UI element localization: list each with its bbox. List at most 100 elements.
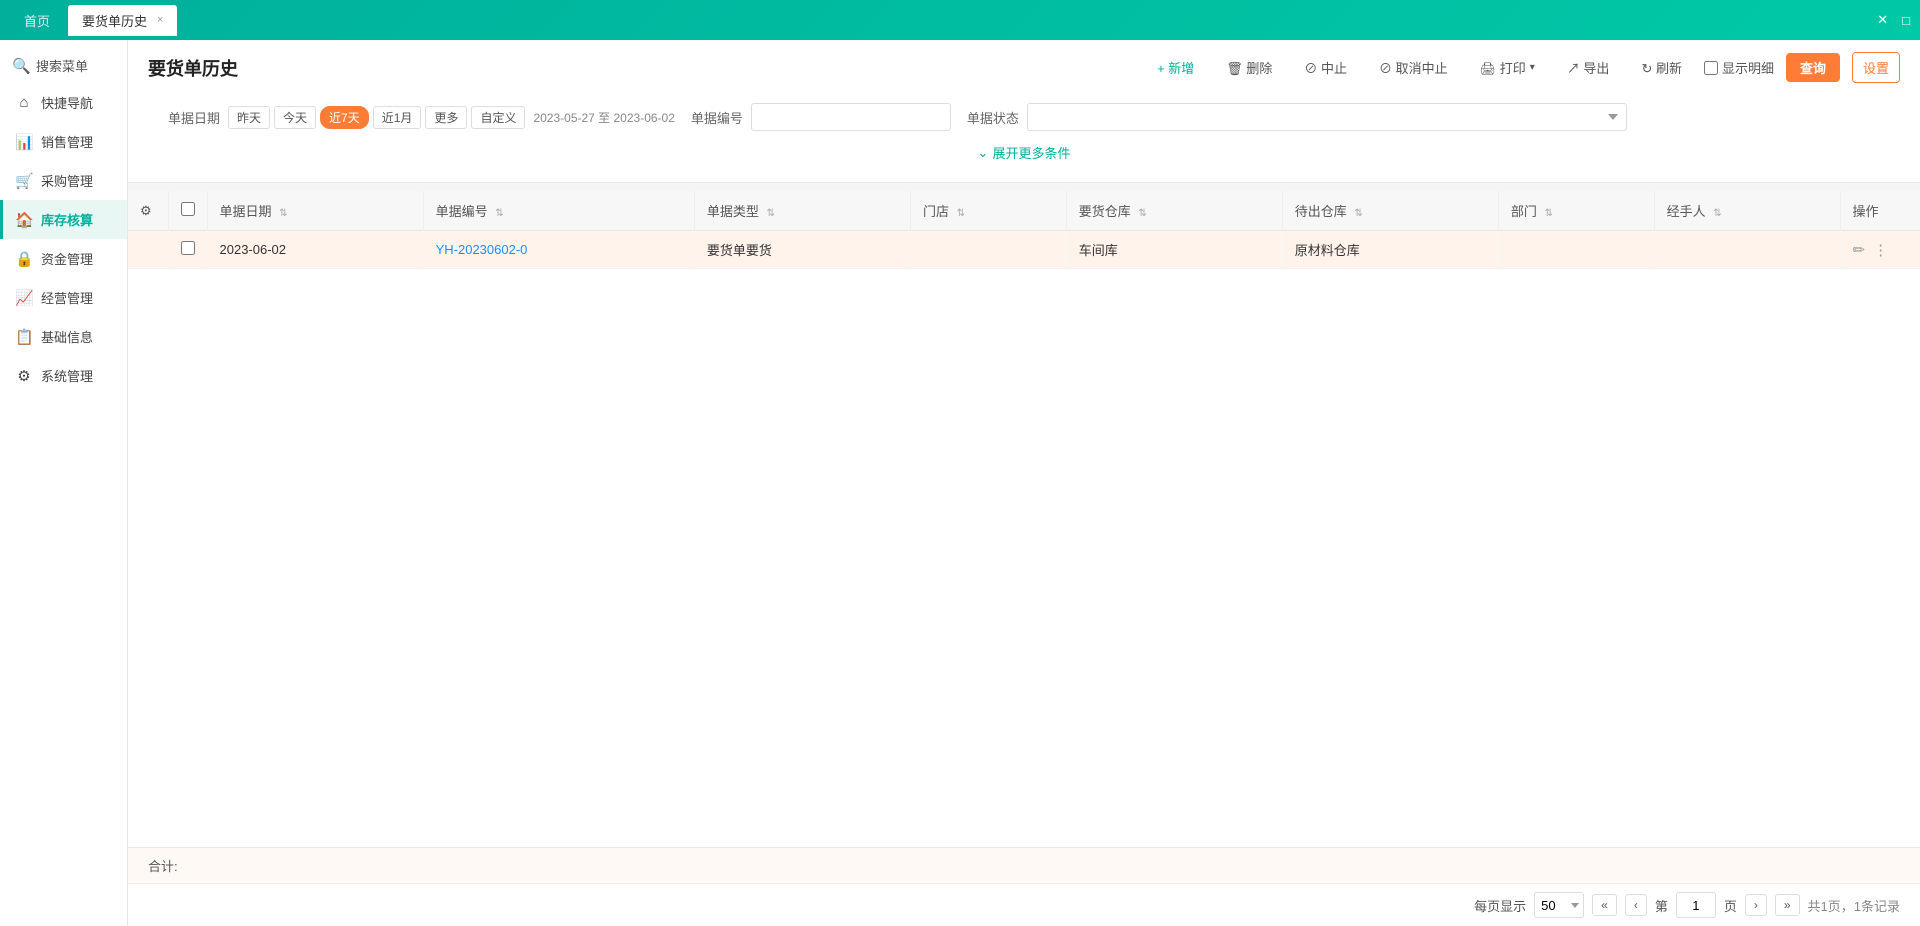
sidebar-item-finance[interactable]: 🔒 资金管理 [0,239,127,278]
store-sort-icon: ⇅ [957,208,965,219]
delete-button[interactable]: 🗑 删除 [1216,53,1282,82]
print-button[interactable]: 🖨 打印 ▾ [1470,53,1545,82]
sidebar-item-quick-nav[interactable]: ⌂ 快捷导航 [0,83,127,122]
last-page-button[interactable]: » [1775,894,1800,916]
new-button[interactable]: + 新增 [1147,53,1204,82]
first-page-button[interactable]: « [1592,894,1617,916]
date-filter-buttons: 昨天 今天 近7天 近1月 更多 自定义 [228,106,525,129]
export-button[interactable]: ↗ 导出 [1557,53,1620,82]
date-1month-btn[interactable]: 近1月 [373,106,422,129]
row-edit-icon[interactable]: ✏ [1853,241,1866,259]
page-number-input[interactable] [1676,892,1716,918]
col-settings[interactable]: ⚙ [128,191,168,231]
pagination: 每页显示 50 100 200 « ‹ 第 页 › » 共1页，1条记录 [128,883,1920,926]
main-layout: 🔍 搜索菜单 ⌂ 快捷导航 📊 销售管理 🛒 采购管理 🏠 库存核算 🔒 资金管… [0,40,1920,926]
show-detail-checkbox-input[interactable] [1704,61,1718,75]
col-store[interactable]: 门店 ⇅ [910,191,1066,231]
col-req-warehouse-label: 要货仓库 [1079,204,1131,219]
expand-icon: ⌄ [978,145,989,161]
date-custom-btn[interactable]: 自定义 [471,106,525,129]
sidebar-search-label: 搜索菜单 [36,56,88,75]
table-row: 2023-06-02 YH-20230602-0 要货单要货 车间库 原材料仓库 [128,231,1920,269]
next-page-button[interactable]: › [1745,894,1767,916]
operations-icon: 📈 [15,289,33,307]
show-detail-toggle[interactable]: 显示明细 [1704,58,1774,77]
row-checkbox[interactable] [181,241,195,255]
col-type[interactable]: 单据类型 ⇅ [694,191,910,231]
date-yesterday-btn[interactable]: 昨天 [228,106,270,129]
order-no-input[interactable] [751,103,951,131]
sidebar-item-system-mgmt[interactable]: ⚙ 系统管理 [0,356,127,395]
print-arrow-icon: ▾ [1530,62,1535,73]
sidebar-search[interactable]: 🔍 搜索菜单 [0,48,127,83]
select-all-checkbox[interactable] [181,202,195,216]
col-order-no-label: 单据编号 [436,204,488,219]
cancel-stop-button[interactable]: ⊘ 取消中止 [1369,53,1458,82]
system-icon: ⚙ [15,367,33,385]
row-order-no[interactable]: YH-20230602-0 [423,231,694,269]
page-header: 要货单历史 + 新增 🗑 删除 ⊘ 中止 ⊘ 取消中止 🖨 打印 ▾ ↗ 导出 … [128,40,1920,183]
sidebar-item-sales-mgmt[interactable]: 📊 销售管理 [0,122,127,161]
sidebar-item-system-label: 系统管理 [41,366,93,385]
tab-requisition-history[interactable]: 要货单历史 × [68,5,177,36]
basic-info-icon: 📋 [15,328,33,346]
handler-sort-icon: ⇅ [1713,208,1721,219]
col-checkbox[interactable] [168,191,207,231]
table-header: ⚙ 单据日期 ⇅ 单据编号 ⇅ 单据类型 [128,191,1920,231]
window-minimize-icon[interactable]: □ [1902,13,1910,28]
row-more-icon[interactable]: ⋮ [1873,241,1888,259]
type-sort-icon: ⇅ [767,208,775,219]
toolbar: + 新增 🗑 删除 ⊘ 中止 ⊘ 取消中止 🖨 打印 ▾ ↗ 导出 ↻ 刷新 显… [1147,52,1900,83]
order-no-link[interactable]: YH-20230602-0 [436,242,528,257]
filter-area: 单据日期 昨天 今天 近7天 近1月 更多 自定义 2023-05-27 至 2… [148,93,1900,182]
status-select[interactable] [1027,103,1627,131]
row-handler [1654,231,1840,269]
col-date[interactable]: 单据日期 ⇅ [207,191,423,231]
sidebar-item-operations[interactable]: 📈 经营管理 [0,278,127,317]
date-today-btn[interactable]: 今天 [274,106,316,129]
order-no-label: 单据编号 [691,108,743,127]
tab-close-icon[interactable]: × [157,14,163,26]
col-pending-warehouse[interactable]: 待出仓库 ⇅ [1282,191,1498,231]
finance-icon: 🔒 [15,250,33,268]
dept-sort-icon: ⇅ [1545,208,1553,219]
date-7days-btn[interactable]: 近7天 [320,106,369,129]
col-operation: 操作 [1840,191,1920,231]
col-handler[interactable]: 经手人 ⇅ [1654,191,1840,231]
stop-button[interactable]: ⊘ 中止 [1294,53,1357,82]
footer-total-label: 合计: [148,856,178,875]
refresh-button[interactable]: ↻ 刷新 [1631,53,1692,82]
query-button[interactable]: 查询 [1786,53,1840,82]
sidebar-item-inventory[interactable]: 🏠 库存核算 [0,200,127,239]
page-size-select[interactable]: 50 100 200 [1534,892,1584,918]
table-body: 2023-06-02 YH-20230602-0 要货单要货 车间库 原材料仓库 [128,231,1920,269]
table-footer: 合计: [128,847,1920,883]
status-filter-group: 单据状态 [967,103,1880,131]
prev-page-button[interactable]: ‹ [1625,894,1647,916]
search-icon: 🔍 [12,57,30,75]
expand-more-button[interactable]: ⌄ 展开更多条件 [970,139,1079,166]
date-more-btn[interactable]: 更多 [425,106,467,129]
page-title: 要货单历史 [148,55,238,81]
settings-button[interactable]: 设置 [1852,52,1900,83]
order-no-filter-group: 单据编号 [691,103,951,131]
sidebar-item-basic-info-label: 基础信息 [41,327,93,346]
sidebar-item-purchase-mgmt[interactable]: 🛒 采购管理 [0,161,127,200]
col-order-no[interactable]: 单据编号 ⇅ [423,191,694,231]
pending-warehouse-sort-icon: ⇅ [1354,208,1362,219]
inventory-icon: 🏠 [15,211,33,229]
tab-home[interactable]: 首页 [10,5,64,36]
sales-icon: 📊 [15,133,33,151]
col-dept[interactable]: 部门 ⇅ [1498,191,1654,231]
sidebar-item-operations-label: 经营管理 [41,288,93,307]
sidebar-item-inventory-label: 库存核算 [41,210,93,229]
page-label: 第 [1655,896,1668,915]
sidebar-item-basic-info[interactable]: 📋 基础信息 [0,317,127,356]
window-close-icon[interactable]: ✕ [1877,12,1888,28]
status-filter-label: 单据状态 [967,108,1019,127]
page-title-row: 要货单历史 + 新增 🗑 删除 ⊘ 中止 ⊘ 取消中止 🖨 打印 ▾ ↗ 导出 … [148,52,1900,83]
data-table-wrapper: ⚙ 单据日期 ⇅ 单据编号 ⇅ 单据类型 [128,191,1920,847]
top-bar: 首页 要货单历史 × ✕ □ [0,0,1920,40]
col-pending-warehouse-label: 待出仓库 [1295,204,1347,219]
col-req-warehouse[interactable]: 要货仓库 ⇅ [1066,191,1282,231]
